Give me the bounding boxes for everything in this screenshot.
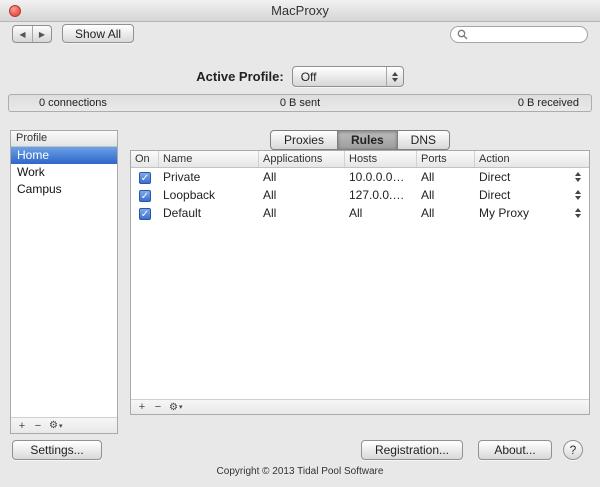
title-bar: MacProxy — [0, 0, 600, 22]
rule-ports: All — [421, 206, 435, 220]
rule-enabled-checkbox[interactable]: ✓ — [139, 172, 151, 184]
rule-hosts: 10.0.0.0… — [349, 170, 405, 184]
rule-action-value: Direct — [479, 170, 511, 184]
rules-table: On Name Applications Hosts Ports Action … — [130, 150, 590, 415]
rule-action-popup[interactable]: Direct — [475, 170, 589, 184]
table-header: On Name Applications Hosts Ports Action — [131, 151, 589, 168]
rule-action-popup[interactable]: Direct — [475, 188, 589, 202]
table-row[interactable]: ✓ Default All All All My Proxy — [131, 204, 589, 222]
status-bar: 0 connections 0 B sent 0 B received — [8, 94, 592, 112]
rule-hosts: All — [349, 206, 363, 220]
forward-button[interactable]: ▶ — [32, 26, 51, 42]
rule-ports: All — [421, 170, 435, 184]
active-profile-value: Off — [300, 69, 317, 84]
table-toolbar: + − ⚙ ▾ — [131, 399, 589, 414]
gear-icon: ⚙ — [169, 401, 178, 413]
rule-name: Private — [163, 170, 201, 184]
window-title: MacProxy — [271, 3, 329, 18]
chevron-down-icon: ▾ — [58, 422, 63, 430]
remove-rule-button[interactable]: − — [151, 400, 165, 414]
search-input[interactable] — [472, 28, 581, 41]
forward-icon: ▶ — [38, 29, 46, 39]
about-button[interactable]: About... — [478, 440, 552, 460]
section-tabs: Proxies Rules DNS — [130, 130, 590, 150]
column-header-hosts[interactable]: Hosts — [345, 151, 417, 167]
search-field[interactable] — [450, 26, 588, 43]
active-profile-row: Active Profile: Off — [0, 66, 600, 87]
macproxy-window: MacProxy ◀ ▶ Show All Active Profile: Of… — [0, 0, 600, 487]
rule-enabled-checkbox[interactable]: ✓ — [139, 208, 151, 220]
tab-dns[interactable]: DNS — [397, 130, 451, 150]
toolbar: ◀ ▶ Show All — [0, 22, 600, 50]
column-header-ports[interactable]: Ports — [417, 151, 475, 167]
add-profile-button[interactable]: + — [15, 419, 29, 433]
chevron-down-icon: ▾ — [178, 404, 183, 411]
popup-arrows-icon — [385, 67, 403, 86]
rule-applications: All — [263, 188, 277, 202]
gear-icon: ⚙ — [49, 420, 58, 431]
table-row[interactable]: ✓ Private All 10.0.0.0… All Direct — [131, 168, 589, 186]
rule-enabled-checkbox[interactable]: ✓ — [139, 190, 151, 202]
popup-arrows-icon — [575, 172, 581, 182]
column-header-name[interactable]: Name — [159, 151, 259, 167]
copyright-text: Copyright © 2013 Tidal Pool Software — [216, 466, 384, 477]
rule-applications: All — [263, 206, 277, 220]
column-header-on[interactable]: On — [131, 151, 159, 167]
sidebar-item-campus[interactable]: Campus — [11, 181, 117, 198]
add-rule-button[interactable]: + — [135, 400, 149, 414]
registration-button[interactable]: Registration... — [361, 440, 463, 460]
table-body: ✓ Private All 10.0.0.0… All Direct ✓ Loo… — [131, 168, 589, 399]
tab-proxies[interactable]: Proxies — [269, 130, 338, 150]
column-header-applications[interactable]: Applications — [259, 151, 345, 167]
sidebar-item-work[interactable]: Work — [11, 164, 117, 181]
popup-arrows-icon — [575, 208, 581, 218]
sent-status: 0 B sent — [279, 97, 321, 109]
sidebar-header: Profile — [11, 131, 117, 147]
rule-name: Loopback — [163, 188, 216, 202]
popup-arrows-icon — [575, 190, 581, 200]
profile-list: Home Work Campus — [11, 147, 117, 417]
active-profile-label: Active Profile: — [196, 69, 284, 84]
remove-profile-button[interactable]: − — [31, 419, 45, 433]
table-row[interactable]: ✓ Loopback All 127.0.0.… All Direct — [131, 186, 589, 204]
sidebar-toolbar: + − ⚙ ▾ — [11, 417, 117, 433]
search-icon — [457, 29, 468, 40]
column-header-action[interactable]: Action — [475, 151, 589, 167]
nav-button-group: ◀ ▶ — [12, 25, 52, 43]
rule-actions-button[interactable]: ⚙ ▾ — [167, 402, 184, 413]
tab-rules[interactable]: Rules — [337, 130, 398, 150]
rule-hosts: 127.0.0.… — [349, 188, 405, 202]
help-button[interactable]: ? — [563, 440, 583, 460]
sidebar-item-home[interactable]: Home — [11, 147, 117, 164]
rule-name: Default — [163, 206, 202, 220]
rule-action-value: My Proxy — [479, 206, 530, 220]
profile-sidebar: Profile Home Work Campus + − ⚙ ▾ — [10, 130, 118, 434]
rule-action-value: Direct — [479, 188, 511, 202]
show-all-button[interactable]: Show All — [62, 24, 135, 43]
active-profile-select[interactable]: Off — [291, 66, 404, 87]
back-button[interactable]: ◀ — [13, 26, 32, 42]
rule-applications: All — [263, 170, 277, 184]
rule-ports: All — [421, 188, 435, 202]
rule-action-popup[interactable]: My Proxy — [475, 206, 589, 220]
profile-actions-button[interactable]: ⚙ ▾ — [47, 420, 64, 431]
back-icon: ◀ — [19, 29, 26, 39]
settings-button[interactable]: Settings... — [12, 440, 102, 460]
